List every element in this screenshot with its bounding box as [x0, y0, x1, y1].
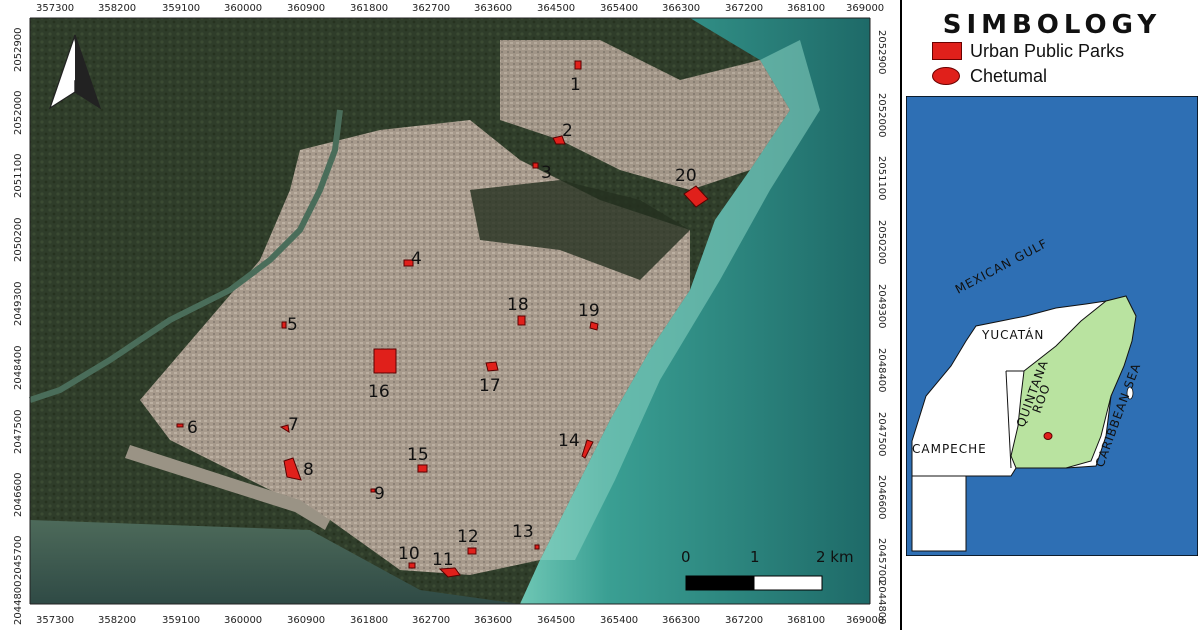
scale-label-1: 1 [750, 548, 760, 566]
x-tick: 357300 [36, 615, 74, 626]
y-tick: 2050200 [13, 217, 24, 262]
x-tick: 361800 [350, 3, 388, 14]
x-tick: 362700 [412, 3, 450, 14]
park-label: 9 [374, 484, 385, 504]
x-tick: 360900 [287, 3, 325, 14]
scale-label-2: 2 km [816, 548, 854, 566]
park-label: 17 [479, 376, 501, 396]
park-label: 12 [457, 527, 479, 547]
y-tick: 2052900 [13, 27, 24, 72]
y-tick: 2051100 [13, 153, 24, 198]
park-label: 10 [398, 544, 420, 564]
y-tick: 2052900 [876, 30, 887, 75]
y-tick: 2045700 [13, 535, 24, 580]
park-13-shape[interactable] [534, 544, 540, 550]
scale-label-0: 0 [681, 548, 691, 566]
park-label: 19 [578, 301, 600, 321]
park-17-shape[interactable] [485, 361, 499, 372]
legend-item-chetumal: Chetumal [932, 64, 1047, 88]
inset-label-yucatan: YUCATÁN [981, 327, 1044, 342]
x-tick: 367200 [725, 3, 763, 14]
x-tick: 357300 [36, 3, 74, 14]
y-tick: 2051100 [876, 156, 887, 201]
x-tick: 367200 [725, 615, 763, 626]
x-tick: 360000 [224, 615, 262, 626]
park-label: 11 [432, 550, 454, 570]
x-tick: 368100 [787, 615, 825, 626]
park-18-shape[interactable] [517, 315, 526, 326]
park-label: 3 [541, 163, 552, 183]
x-tick: 359100 [162, 615, 200, 626]
park-5-shape[interactable] [281, 321, 287, 329]
x-tick: 364500 [537, 615, 575, 626]
park-label: 16 [368, 382, 390, 402]
park-3-shape[interactable] [532, 162, 539, 169]
legend-panel: SIMBOLOGY Urban Public Parks Chetumal ME… [900, 0, 1200, 630]
x-tick: 366300 [662, 615, 700, 626]
imagery [29, 18, 870, 604]
park-label: 20 [675, 166, 697, 186]
y-tick: 2049300 [876, 284, 887, 329]
city-symbol-icon [932, 67, 960, 85]
legend-item-label: Chetumal [970, 65, 1048, 86]
x-tick: 365400 [600, 3, 638, 14]
inset-map: MEXICAN GULF YUCATÁN QUINTANA ROO CAMPEC… [906, 96, 1198, 556]
park-label: 8 [303, 460, 314, 480]
park-label: 13 [512, 522, 534, 542]
park-label: 7 [288, 415, 299, 435]
x-tick: 364500 [537, 3, 575, 14]
map-frame: 1 2 3 4 5 6 7 8 9 10 11 12 13 14 15 16 1… [0, 0, 900, 630]
chetumal-point [1043, 432, 1053, 440]
park-12-shape[interactable] [467, 547, 477, 555]
x-tick: 359100 [162, 3, 200, 14]
park-6-shape[interactable] [176, 423, 184, 428]
y-tick: 2044800 [13, 580, 24, 625]
legend-item-label: Urban Public Parks [970, 40, 1125, 61]
y-tick: 2052000 [13, 90, 24, 135]
y-tick: 2048400 [13, 345, 24, 390]
x-tick: 360900 [287, 615, 325, 626]
satellite-map[interactable]: 1 2 3 4 5 6 7 8 9 10 11 12 13 14 15 16 1… [0, 0, 900, 630]
x-tick: 358200 [98, 3, 136, 14]
x-tick: 366300 [662, 3, 700, 14]
x-tick: 363600 [474, 3, 512, 14]
park-label: 18 [507, 295, 529, 315]
x-tick: 365400 [600, 615, 638, 626]
x-tick: 369000 [846, 3, 884, 14]
y-tick: 2052000 [876, 93, 887, 138]
inset-label-campeche: CAMPECHE [912, 442, 987, 456]
x-tick: 363600 [474, 615, 512, 626]
park-label: 14 [558, 431, 580, 451]
park-16-shape[interactable] [373, 348, 397, 374]
park-15-shape[interactable] [417, 464, 428, 473]
x-tick: 368100 [787, 3, 825, 14]
y-tick: 2047500 [13, 409, 24, 454]
park-label: 2 [562, 121, 573, 141]
y-tick: 2046600 [876, 475, 887, 520]
y-tick: 2045700 [876, 538, 887, 583]
y-tick: 2049300 [13, 281, 24, 326]
park-label: 4 [411, 249, 422, 269]
x-tick: 358200 [98, 615, 136, 626]
park-label: 5 [287, 315, 298, 335]
y-tick: 2044800 [876, 580, 887, 625]
y-tick: 2046600 [13, 472, 24, 517]
x-tick: 361800 [350, 615, 388, 626]
x-tick: 360000 [224, 3, 262, 14]
legend-title: SIMBOLOGY [942, 10, 1162, 40]
x-tick: 362700 [412, 615, 450, 626]
park-label: 6 [187, 418, 198, 438]
park-1-shape[interactable] [574, 60, 582, 70]
y-tick: 2047500 [876, 412, 887, 457]
legend-item-parks: Urban Public Parks [932, 39, 1124, 63]
y-tick: 2048400 [876, 348, 887, 393]
park-label: 1 [570, 75, 581, 95]
park-label: 15 [407, 445, 429, 465]
park-symbol-icon [932, 42, 962, 60]
park-19-shape[interactable] [589, 321, 599, 331]
y-tick: 2050200 [876, 220, 887, 265]
